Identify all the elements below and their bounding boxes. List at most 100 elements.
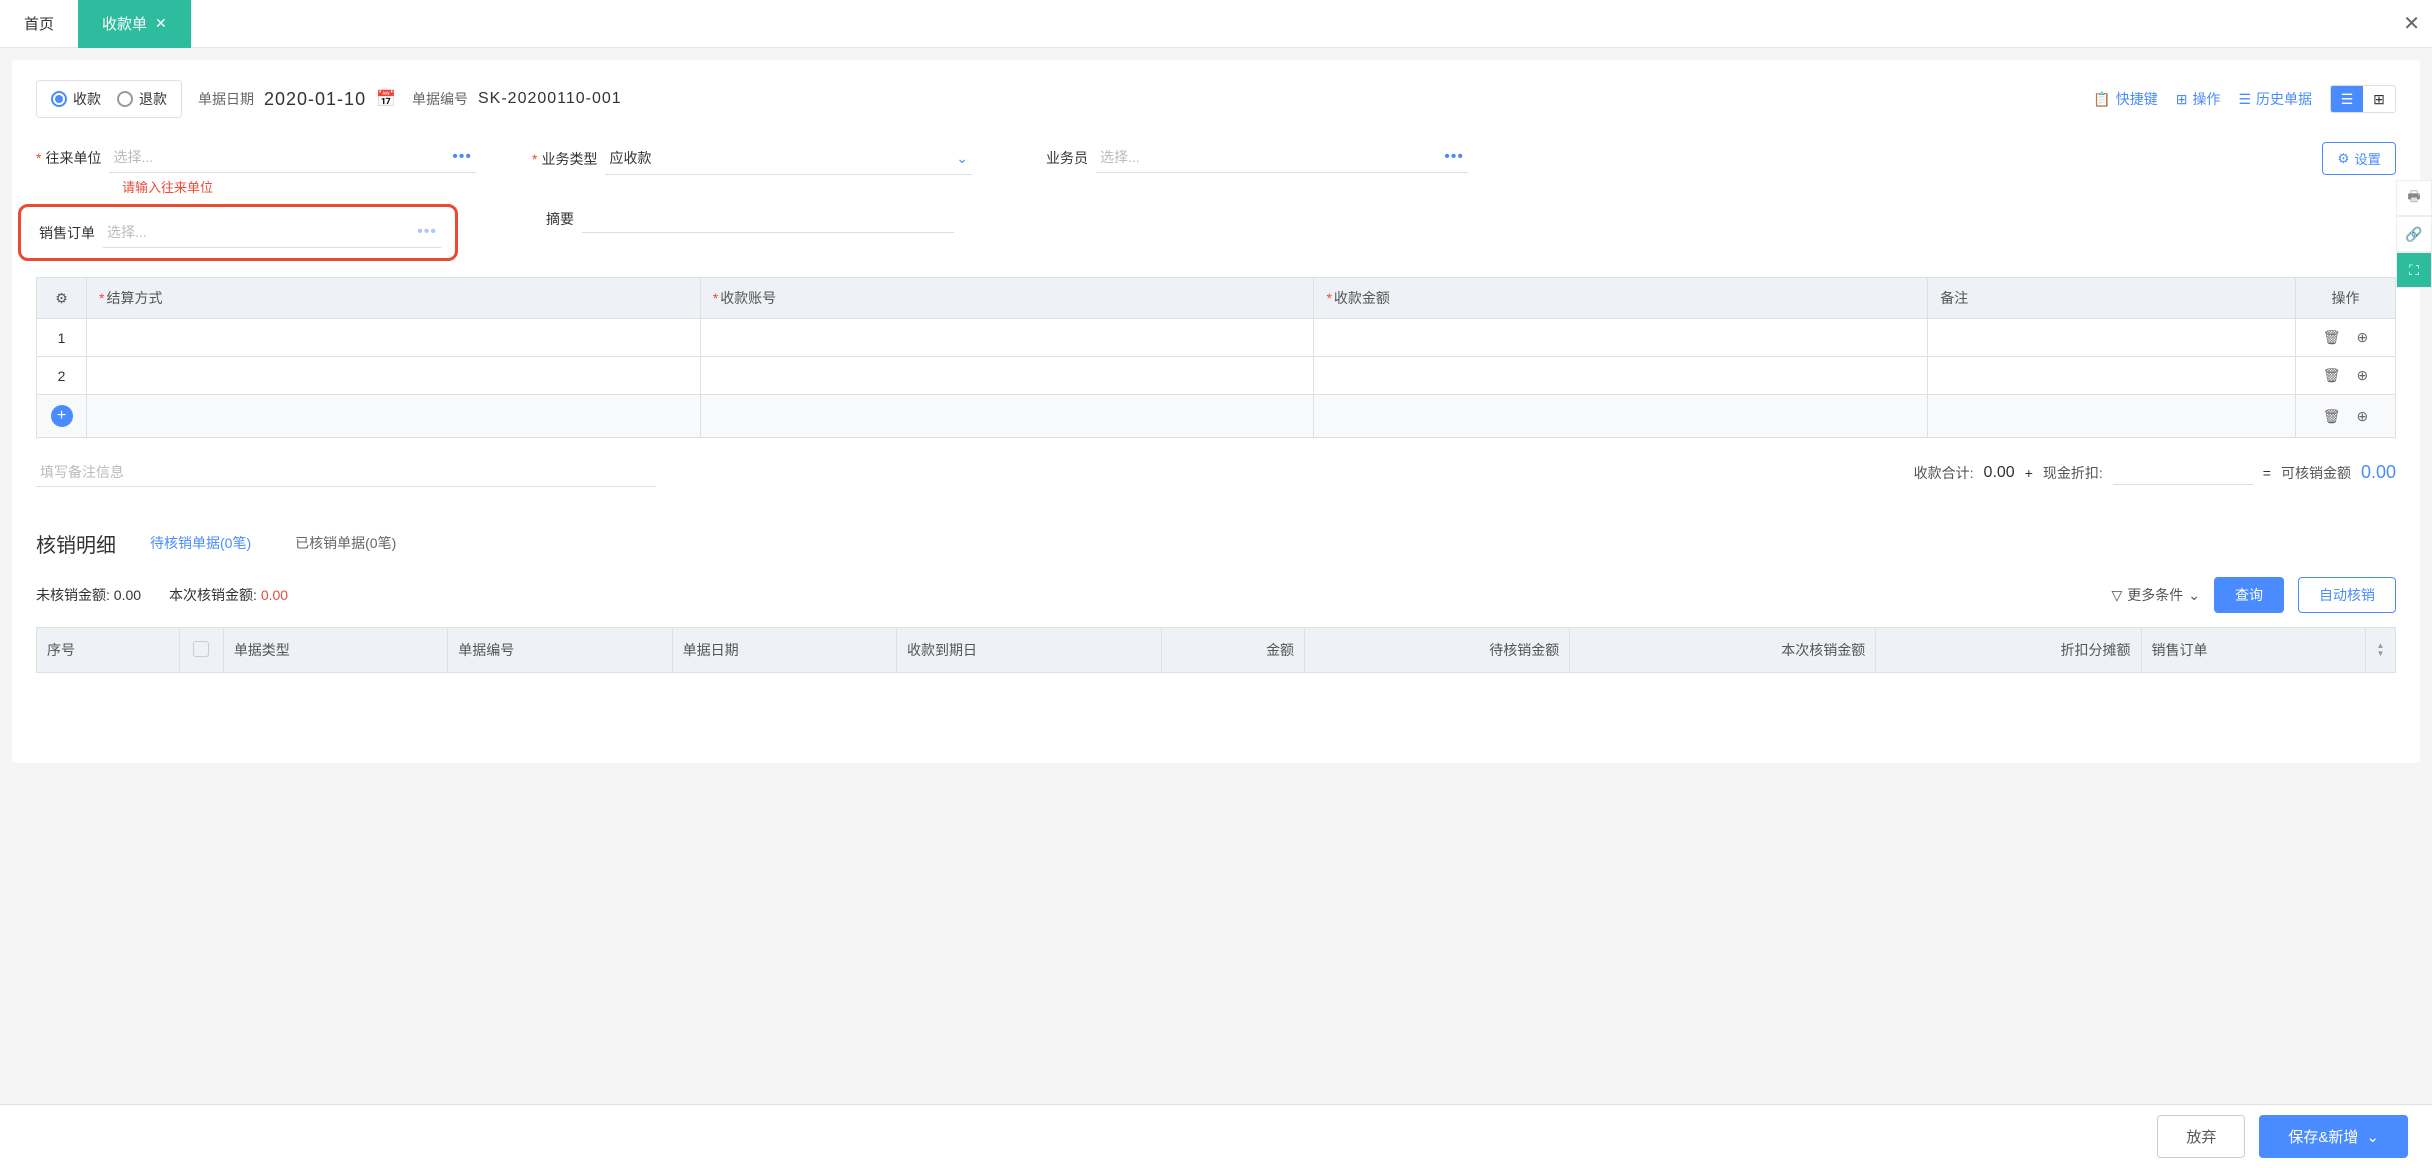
unit-label: *往来单位 [36, 148, 101, 168]
copy-row-icon[interactable]: ⊕ [2357, 367, 2369, 384]
col-sales-order: 销售订单 [2141, 628, 2365, 673]
table-row: 2 🗑⊕ [37, 357, 2396, 395]
doc-number-group: 单据编号 SK-20200110-001 [412, 89, 622, 109]
ellipsis-icon[interactable]: ••• [1444, 148, 1464, 166]
col-account: *收款账号 [700, 278, 1314, 319]
kx-tab-pending[interactable]: 待核销单据(0笔) [140, 527, 261, 559]
chevron-down-icon: ⌄ [2188, 587, 2200, 604]
copy-row-icon[interactable]: ⊕ [2357, 408, 2369, 425]
view-list-button[interactable]: ☰ [2331, 86, 2363, 112]
remark-input[interactable] [36, 458, 656, 487]
header-row: 收款 退款 单据日期 2020-01-10 📅 单据编号 SK-20200110… [36, 80, 2396, 118]
settings-button[interactable]: ⚙ 设置 [2322, 142, 2396, 175]
kx-tab-done[interactable]: 已核销单据(0笔) [285, 527, 406, 559]
delete-icon[interactable]: 🗑 [2323, 408, 2341, 425]
col-pending-amt: 待核销金额 [1305, 628, 1570, 673]
this-amt-group: 本次核销金额: 0.00 [169, 585, 288, 605]
col-discount-share: 折扣分摊额 [1876, 628, 2141, 673]
salesman-field: 业务员 ••• [1028, 142, 1468, 173]
checkbox-icon[interactable] [193, 641, 209, 657]
tab-home[interactable]: 首页 [0, 0, 78, 48]
col-settle: *结算方式 [87, 278, 701, 319]
form-row-2: 销售订单 ••• 摘要 [36, 204, 2396, 261]
settings-label: 设置 [2354, 149, 2381, 168]
radio-refund-label: 退款 [139, 89, 167, 109]
summary-input[interactable] [586, 210, 950, 226]
ellipsis-icon[interactable]: ••• [452, 148, 472, 166]
dock-expand-icon[interactable]: ⛶ [2396, 252, 2432, 288]
radio-unchecked-icon [117, 91, 133, 107]
pending-amt-label: 未核销金额: [36, 587, 110, 603]
side-dock: 🖶 🔗 ⛶ [2396, 180, 2432, 288]
kx-amount-value: 0.00 [2361, 462, 2396, 483]
radio-receive-label: 收款 [73, 89, 101, 109]
delete-icon[interactable]: 🗑 [2323, 329, 2341, 346]
cell-amount[interactable] [1314, 357, 1928, 395]
salesorder-input-wrap[interactable]: ••• [103, 217, 441, 248]
add-row-button[interactable]: + [51, 405, 73, 427]
doc-num-label: 单据编号 [412, 89, 468, 109]
col-duedate: 收款到期日 [897, 628, 1162, 673]
clipboard-icon: 📋 [2093, 91, 2110, 108]
table-gear-header[interactable]: ⚙ [37, 278, 87, 319]
view-card-button[interactable]: ⊞ [2363, 86, 2395, 112]
more-cond-label: 更多条件 [2127, 585, 2183, 605]
kx-section-header: 核销明细 待核销单据(0笔) 已核销单据(0笔) [36, 527, 2396, 559]
col-sort[interactable]: ▲▼ [2366, 628, 2396, 673]
cash-discount-input[interactable] [2113, 461, 2253, 485]
shortcut-link[interactable]: 📋 快捷键 [2093, 89, 2157, 109]
doc-date-label: 单据日期 [198, 89, 254, 109]
col-operate: 操作 [2296, 278, 2396, 319]
close-all-icon[interactable]: ✕ [2403, 11, 2420, 36]
save-new-button[interactable]: 保存&新增 ⌄ [2259, 1115, 2408, 1158]
cell-remark[interactable] [1928, 357, 2296, 395]
cell-amount[interactable] [1314, 319, 1928, 357]
cell-settle[interactable] [87, 357, 701, 395]
biztype-select[interactable]: 应收款 ⌄ [605, 142, 972, 175]
header-actions: 📋 快捷键 ⊞ 操作 ☰ 历史单据 ☰ ⊞ [2093, 85, 2396, 113]
close-icon[interactable]: ✕ [155, 15, 167, 32]
more-conditions-button[interactable]: ▽ 更多条件 ⌄ [2111, 585, 2200, 605]
doc-date-value[interactable]: 2020-01-10 [264, 89, 366, 110]
operate-link[interactable]: ⊞ 操作 [2176, 89, 2221, 109]
summary-label: 摘要 [514, 209, 574, 229]
biztype-label: *业务类型 [532, 149, 597, 169]
salesman-input-wrap[interactable]: ••• [1096, 142, 1468, 173]
shortcut-label: 快捷键 [2116, 89, 2158, 109]
receipt-type-radio-group: 收款 退款 [36, 80, 182, 118]
summary-row: 收款合计: 0.00 + 现金折扣: = 可核销金额 0.00 [36, 458, 2396, 487]
cell-remark[interactable] [1928, 319, 2296, 357]
unit-input-wrap[interactable]: ••• [109, 142, 476, 173]
query-button[interactable]: 查询 [2214, 577, 2284, 613]
col-docnum: 单据编号 [448, 628, 672, 673]
unit-input[interactable] [113, 149, 452, 165]
dock-print-icon[interactable]: 🖶 [2396, 180, 2432, 216]
table-row: 1 🗑⊕ [37, 319, 2396, 357]
col-seq: 序号 [37, 628, 180, 673]
delete-icon[interactable]: 🗑 [2323, 367, 2341, 384]
abandon-button[interactable]: 放弃 [2157, 1115, 2245, 1158]
calendar-icon[interactable]: 📅 [376, 89, 396, 109]
radio-refund[interactable]: 退款 [117, 89, 167, 109]
tab-current[interactable]: 收款单 ✕ [78, 0, 191, 48]
history-link[interactable]: ☰ 历史单据 [2238, 89, 2312, 109]
radio-receive[interactable]: 收款 [51, 89, 101, 109]
cell-account[interactable] [700, 357, 1314, 395]
chevron-down-icon[interactable]: ⌄ [956, 150, 968, 167]
copy-row-icon[interactable]: ⊕ [2357, 329, 2369, 346]
plus-sign: + [2025, 465, 2033, 481]
salesorder-input[interactable] [107, 224, 417, 240]
radio-checked-icon [51, 91, 67, 107]
auto-verify-button[interactable]: 自动核销 [2298, 577, 2396, 613]
cell-settle[interactable] [87, 319, 701, 357]
filter-icon: ▽ [2111, 587, 2122, 604]
ellipsis-icon[interactable]: ••• [417, 223, 437, 241]
cell-account[interactable] [700, 319, 1314, 357]
summary-input-wrap[interactable] [582, 204, 954, 233]
doc-num-value: SK-20200110-001 [478, 90, 622, 108]
col-checkbox[interactable] [179, 628, 223, 673]
history-label: 历史单据 [2256, 89, 2312, 109]
salesman-input[interactable] [1100, 149, 1444, 165]
dock-link-icon[interactable]: 🔗 [2396, 216, 2432, 252]
kx-amount-label: 可核销金额 [2281, 463, 2351, 483]
